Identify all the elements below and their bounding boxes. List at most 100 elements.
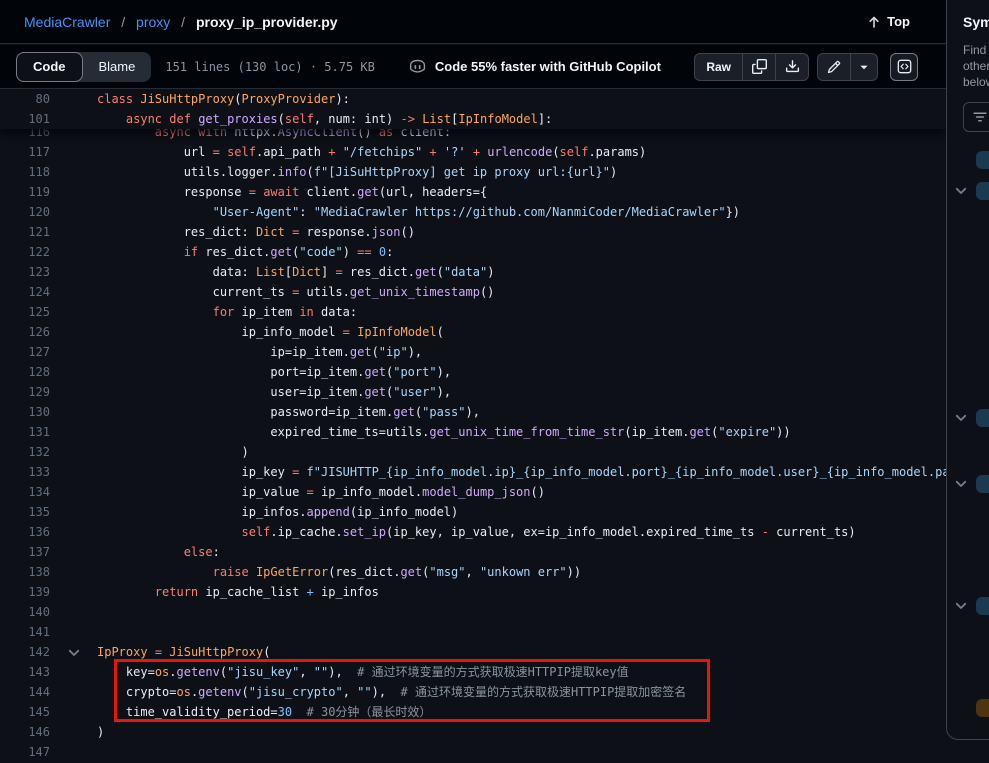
line-number[interactable]: 142 xyxy=(0,642,50,662)
download-button[interactable] xyxy=(776,54,808,80)
code-line: 134 ip_value = ip_info_model.model_dump_… xyxy=(0,482,946,502)
code-text: expired_time_ts=utils.get_unix_time_from… xyxy=(97,422,791,442)
code-text: ip_value = ip_info_model.model_dump_json… xyxy=(97,482,545,502)
symbol-chip[interactable] xyxy=(976,182,989,200)
line-number[interactable]: 124 xyxy=(0,282,50,302)
collapse-chevron-icon[interactable] xyxy=(954,411,968,425)
gutter xyxy=(50,89,97,109)
line-number[interactable]: 141 xyxy=(0,622,50,642)
code-line: 127 ip=ip_item.get("ip"), xyxy=(0,342,946,362)
line-number[interactable]: 125 xyxy=(0,302,50,322)
symbol-chip[interactable] xyxy=(976,597,989,615)
line-number[interactable]: 144 xyxy=(0,682,50,702)
symbols-panel-toggle-button[interactable] xyxy=(890,53,918,81)
back-to-top-button[interactable]: Top xyxy=(867,14,910,29)
line-number[interactable]: 80 xyxy=(0,89,50,109)
symbol-chip[interactable] xyxy=(976,475,989,493)
line-number[interactable]: 127 xyxy=(0,342,50,362)
copy-icon xyxy=(752,59,767,74)
line-number[interactable]: 136 xyxy=(0,522,50,542)
code-text: "User-Agent": "MediaCrawler https://gith… xyxy=(97,202,740,222)
gutter xyxy=(50,702,97,722)
line-number[interactable]: 133 xyxy=(0,462,50,482)
tab-code[interactable]: Code xyxy=(16,52,83,82)
line-number[interactable]: 120 xyxy=(0,202,50,222)
collapse-chevron-icon[interactable] xyxy=(67,646,81,660)
copilot-banner[interactable]: Code 55% faster with GitHub Copilot xyxy=(409,59,661,74)
line-number[interactable]: 123 xyxy=(0,262,50,282)
symbols-filter-input[interactable] xyxy=(963,102,989,132)
code-line: 80 class JiSuHttpProxy(ProxyProvider): xyxy=(0,89,946,109)
code-text: class JiSuHttpProxy(ProxyProvider): xyxy=(97,89,350,109)
line-number[interactable]: 131 xyxy=(0,422,50,442)
code-text: if res_dict.get("code") == 0: xyxy=(97,242,393,262)
breadcrumb-filename: proxy_ip_provider.py xyxy=(196,14,338,30)
symbol-chip[interactable] xyxy=(976,151,989,169)
code-toolbar: Code Blame 151 lines (130 loc) · 5.75 KB… xyxy=(0,45,946,89)
line-number[interactable]: 101 xyxy=(0,109,50,129)
code-text: ) xyxy=(97,442,249,462)
line-number[interactable]: 117 xyxy=(0,142,50,162)
symbols-panel-title: Symbols xyxy=(963,14,989,30)
line-number[interactable]: 143 xyxy=(0,662,50,682)
line-number[interactable]: 134 xyxy=(0,482,50,502)
line-number[interactable]: 135 xyxy=(0,502,50,522)
edit-file-button[interactable] xyxy=(818,54,851,80)
symbol-group-chevron-icon[interactable] xyxy=(954,477,968,496)
line-number[interactable]: 122 xyxy=(0,242,50,262)
code-line: 136 self.ip_cache.set_ip(ip_key, ip_valu… xyxy=(0,522,946,542)
line-number[interactable]: 126 xyxy=(0,322,50,342)
copilot-goggles-icon xyxy=(409,59,426,74)
code-text: url = self.api_path + "/fetchips" + '?' … xyxy=(97,142,646,162)
breadcrumb-separator: / xyxy=(121,14,125,30)
line-number[interactable]: 118 xyxy=(0,162,50,182)
code-line: 135 ip_infos.append(ip_info_model) xyxy=(0,502,946,522)
line-number[interactable]: 139 xyxy=(0,582,50,602)
collapse-chevron-icon[interactable] xyxy=(954,599,968,613)
edit-dropdown-button[interactable] xyxy=(851,54,877,80)
gutter xyxy=(50,642,97,662)
file-header-bar: MediaCrawler / proxy / proxy_ip_provider… xyxy=(0,0,946,44)
raw-button[interactable]: Raw xyxy=(695,54,743,80)
raw-copy-download-group: Raw xyxy=(694,53,809,81)
line-number[interactable]: 137 xyxy=(0,542,50,562)
line-number[interactable]: 146 xyxy=(0,722,50,742)
filter-icon xyxy=(972,109,988,125)
line-number[interactable]: 147 xyxy=(0,742,50,762)
line-number[interactable]: 130 xyxy=(0,402,50,422)
line-number[interactable]: 132 xyxy=(0,442,50,462)
download-icon xyxy=(785,59,800,74)
gutter xyxy=(50,502,97,522)
symbol-chip[interactable] xyxy=(976,699,989,717)
collapse-chevron-icon[interactable] xyxy=(954,184,968,198)
line-number[interactable]: 129 xyxy=(0,382,50,402)
breadcrumb-dir-link[interactable]: proxy xyxy=(136,14,170,30)
line-number[interactable]: 128 xyxy=(0,362,50,382)
code-text: ip_info_model = IpInfoModel( xyxy=(97,322,444,342)
code-text: self.ip_cache.set_ip(ip_key, ip_value, e… xyxy=(97,522,856,542)
gutter xyxy=(50,262,97,282)
breadcrumb-repo-link[interactable]: MediaCrawler xyxy=(24,14,110,30)
copy-raw-button[interactable] xyxy=(743,54,776,80)
symbol-group-chevron-icon[interactable] xyxy=(954,411,968,430)
symbol-chip[interactable] xyxy=(976,409,989,427)
tab-blame[interactable]: Blame xyxy=(83,52,152,82)
line-number[interactable]: 138 xyxy=(0,562,50,582)
sticky-context-lines: 80 class JiSuHttpProxy(ProxyProvider): 101… xyxy=(0,89,946,129)
collapse-chevron-icon[interactable] xyxy=(954,477,968,491)
line-number[interactable]: 121 xyxy=(0,222,50,242)
gutter xyxy=(50,382,97,402)
line-number[interactable]: 145 xyxy=(0,702,50,722)
line-number[interactable]: 140 xyxy=(0,602,50,622)
code-line: 117 url = self.api_path + "/fetchips" + … xyxy=(0,142,946,162)
gutter xyxy=(50,142,97,162)
code-line: 147 xyxy=(0,742,946,762)
code-text: ip_key = f"JISUHTTP_{ip_info_model.ip}_{… xyxy=(97,462,946,482)
edit-button-group xyxy=(817,53,878,81)
line-number[interactable]: 119 xyxy=(0,182,50,202)
code-line: 119 response = await client.get(url, hea… xyxy=(0,182,946,202)
symbol-group-chevron-icon[interactable] xyxy=(954,599,968,618)
gutter xyxy=(50,202,97,222)
code-text: else: xyxy=(97,542,220,562)
symbol-group-chevron-icon[interactable] xyxy=(954,184,968,203)
